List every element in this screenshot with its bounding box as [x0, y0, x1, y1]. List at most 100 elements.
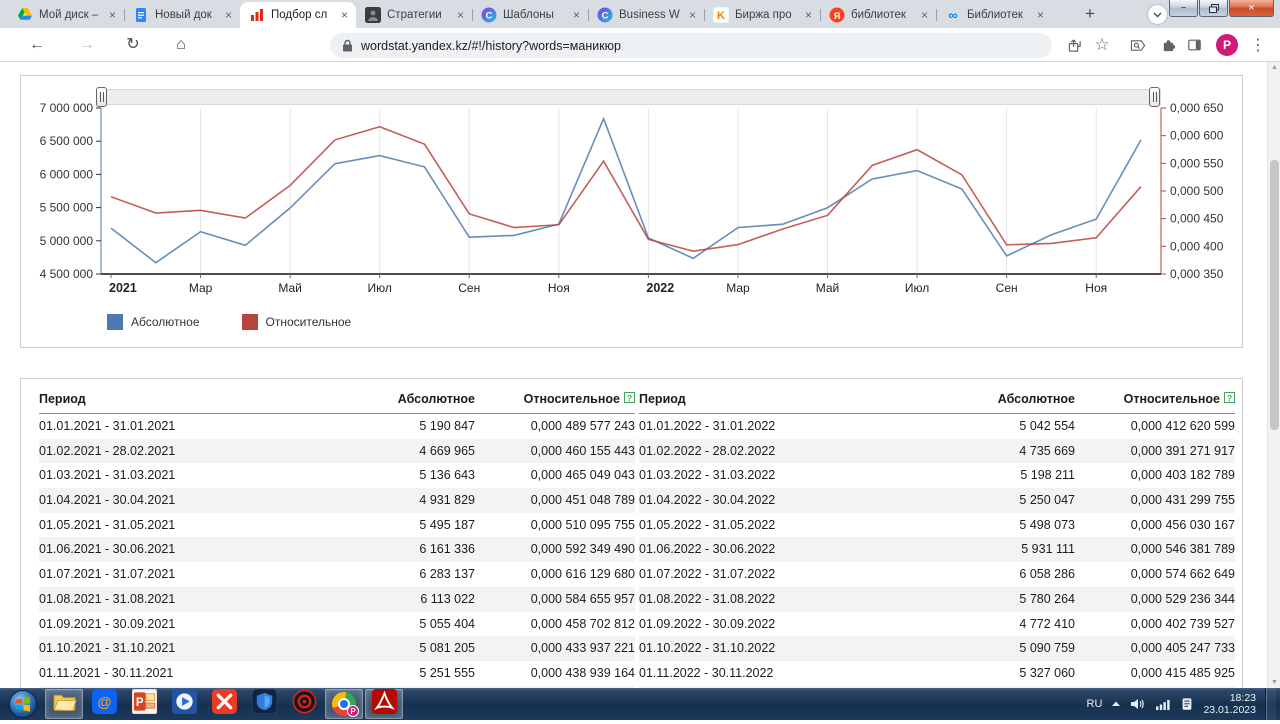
profile-badge: P — [347, 705, 359, 717]
page-scrollbar[interactable]: ▲ ▼ — [1267, 62, 1280, 688]
help-icon[interactable]: ? — [624, 392, 635, 403]
shield-icon — [251, 688, 277, 719]
svg-text:K: K — [717, 10, 725, 22]
relative-cell: 0,000 403 182 789 — [1130, 468, 1235, 483]
tab-close-icon[interactable]: × — [223, 8, 234, 22]
browser-tab[interactable]: Новый док × — [124, 2, 240, 28]
clock[interactable]: 18:23 23.01.2023 — [1203, 692, 1256, 716]
side-panel-icon[interactable] — [1184, 35, 1204, 55]
period-cell: 01.07.2021 - 31.07.2021 — [39, 567, 176, 582]
x-axis-label: Июл — [368, 281, 392, 295]
chrome-taskbar-button[interactable]: P — [325, 689, 363, 719]
tab-close-icon[interactable]: × — [339, 8, 350, 22]
scrollbar-thumb[interactable] — [1270, 160, 1279, 430]
relative-cell: 0,000 592 349 490 — [530, 542, 635, 557]
tab-close-icon[interactable]: × — [571, 8, 582, 22]
tab-title: Подбор сл — [271, 9, 328, 21]
explorer-taskbar-button[interactable] — [45, 689, 83, 719]
red-dial-taskbar-button[interactable] — [285, 689, 323, 719]
browser-tab[interactable]: C Business W × — [588, 2, 704, 28]
help-icon[interactable]: ? — [1224, 392, 1235, 403]
absolute-cell: 4 735 669 — [1019, 443, 1075, 458]
absolute-cell: 6 161 336 — [419, 542, 475, 557]
player-icon — [171, 689, 197, 719]
scroll-down-icon[interactable]: ▼ — [1268, 679, 1280, 686]
network-icon[interactable] — [1155, 698, 1171, 711]
forward-button[interactable]: → — [74, 32, 100, 58]
table-row: 01.07.2021 - 31.07.2021 6 283 137 0,000 61… — [39, 562, 635, 587]
absolute-cell: 6 058 286 — [1019, 567, 1075, 582]
omnibox[interactable]: wordstat.yandex.kz/#!/history?words=мани… — [330, 33, 1052, 58]
range-handle-left[interactable] — [96, 87, 107, 107]
absolute-cell: 5 190 847 — [419, 419, 475, 433]
browser-menu-icon[interactable]: ⋮ — [1248, 35, 1268, 55]
browser-tab[interactable]: Подбор сл × — [240, 2, 356, 28]
browser-tab[interactable]: Мой диск – × — [8, 2, 124, 28]
yandex-icon: Я — [829, 7, 845, 23]
share-icon[interactable] — [1064, 35, 1084, 55]
back-button[interactable]: ← — [24, 32, 50, 58]
reload-button[interactable]: ↻ — [120, 32, 146, 58]
absolute-cell: 5 055 404 — [419, 616, 475, 631]
period-cell: 01.10.2022 - 31.10.2022 — [639, 641, 776, 656]
xmind-taskbar-button[interactable] — [205, 689, 243, 719]
hidden-icons-arrow-icon[interactable] — [1111, 700, 1121, 708]
minimize-button[interactable]: − — [1169, 0, 1198, 17]
browser-tab[interactable]: Ябиблиотек × — [820, 2, 936, 28]
extensions-puzzle-icon[interactable] — [1158, 35, 1178, 55]
player-taskbar-button[interactable] — [165, 689, 203, 719]
legend-absolute-label: Абсолютное — [131, 315, 200, 329]
svg-text:C: C — [602, 11, 609, 22]
language-indicator[interactable]: RU — [1087, 698, 1103, 710]
table-row: 01.04.2021 - 30.04.2021 4 931 829 0,000 45… — [39, 488, 635, 513]
browser-tab[interactable]: K Биржа про × — [704, 2, 820, 28]
left-axis-label: 5 000 000 — [40, 234, 94, 248]
scroll-up-icon[interactable]: ▲ — [1268, 64, 1280, 71]
tab-close-icon[interactable]: × — [455, 8, 466, 22]
tab-search-button[interactable] — [1148, 5, 1167, 24]
tab-close-icon[interactable]: × — [107, 8, 118, 22]
drive-icon — [17, 7, 33, 23]
start-button[interactable] — [8, 689, 38, 719]
tab-close-icon[interactable]: × — [1035, 8, 1046, 22]
browser-tab[interactable]: C Шаблоны × — [472, 2, 588, 28]
chevron-down-icon — [1153, 12, 1162, 18]
action-center-icon[interactable] — [1180, 697, 1194, 711]
relative-cell: 0,000 412 620 599 — [1130, 419, 1235, 433]
home-button[interactable]: ⌂ — [168, 32, 194, 58]
period-cell: 01.05.2022 - 31.05.2022 — [639, 517, 776, 532]
close-button[interactable]: × — [1229, 0, 1274, 17]
absolute-cell: 4 931 829 — [419, 493, 475, 508]
browser-tab[interactable]: ∞ Библиотек × — [936, 2, 1052, 28]
chart-range-slider[interactable] — [96, 87, 1161, 107]
absolute-cell: 5 251 555 — [419, 665, 475, 680]
bookmark-star-icon[interactable]: ☆ — [1092, 35, 1112, 55]
acrobat-taskbar-button[interactable] — [365, 689, 403, 719]
browser-tab[interactable]: Стратегии × — [356, 2, 472, 28]
table-row: 01.05.2022 - 31.05.2022 5 498 073 0,000 45… — [639, 513, 1235, 538]
relative-cell: 0,000 415 485 925 — [1130, 665, 1235, 680]
tab-title: библиотек — [851, 9, 906, 21]
relative-cell: 0,000 458 702 812 — [530, 616, 635, 631]
right-axis-label: 0,000 500 — [1170, 184, 1224, 198]
tab-close-icon[interactable]: × — [687, 8, 698, 22]
restore-button[interactable] — [1199, 0, 1228, 17]
show-desktop-button[interactable] — [1265, 688, 1276, 720]
period-cell: 01.06.2022 - 30.06.2022 — [639, 542, 776, 557]
tab-close-icon[interactable]: × — [919, 8, 930, 22]
tab-search-badge-icon[interactable] — [1128, 35, 1148, 55]
period-cell: 01.05.2021 - 31.05.2021 — [39, 517, 176, 532]
tab-close-icon[interactable]: × — [803, 8, 814, 22]
period-cell: 01.03.2022 - 31.03.2022 — [639, 468, 776, 483]
range-handle-right[interactable] — [1149, 87, 1160, 107]
table-row: 01.04.2022 - 30.04.2022 5 250 047 0,000 43… — [639, 488, 1235, 513]
table-row: 01.08.2021 - 31.08.2021 6 113 022 0,000 58… — [39, 586, 635, 612]
relative-cell: 0,000 431 299 755 — [1130, 493, 1235, 508]
mailru-taskbar-button[interactable]: @ — [85, 689, 123, 719]
shield-taskbar-button[interactable] — [245, 688, 283, 719]
new-tab-button[interactable]: + — [1078, 3, 1102, 27]
powerpoint-taskbar-button[interactable]: P — [125, 688, 163, 719]
volume-icon[interactable] — [1130, 697, 1146, 711]
period-cell: 01.08.2021 - 31.08.2021 — [39, 591, 176, 606]
profile-avatar[interactable]: P — [1216, 34, 1238, 56]
